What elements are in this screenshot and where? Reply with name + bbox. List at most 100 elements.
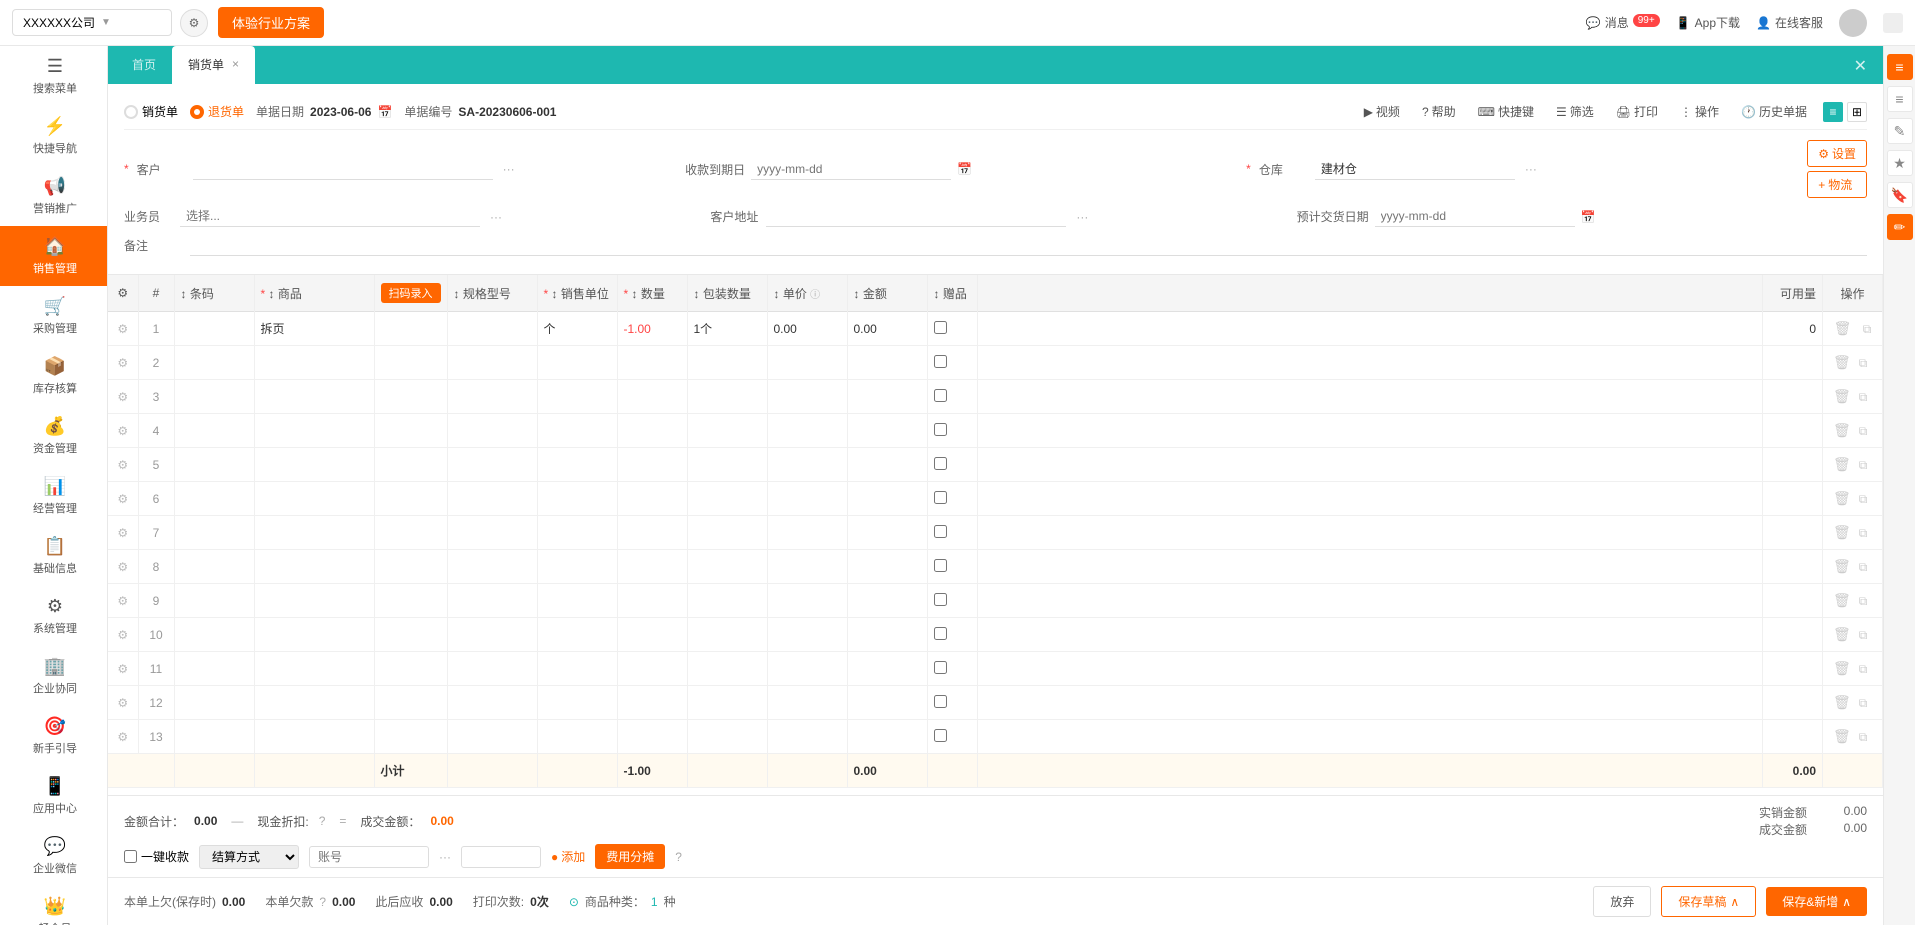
rp-btn-4[interactable]: ★ (1887, 150, 1913, 176)
rp-btn-3[interactable]: ✎ (1887, 118, 1913, 144)
radio-sales-order[interactable]: 销货单 (124, 103, 178, 120)
row-gear-5[interactable]: ⚙ (108, 448, 138, 482)
user-menu-icon[interactable] (1883, 13, 1903, 33)
save-new-button[interactable]: 保存&新增 ∧ (1766, 887, 1867, 916)
avatar[interactable] (1839, 9, 1867, 37)
scan-barcode-btn[interactable]: 扫码录入 (381, 283, 441, 303)
radio-return-order[interactable]: 退货单 (190, 103, 244, 120)
row-gear-11[interactable]: ⚙ (108, 652, 138, 686)
gift-checkbox-7[interactable] (934, 525, 947, 538)
delete-row-8-icon[interactable]: 🗑 (1829, 558, 1855, 574)
delete-row-6-icon[interactable]: 🗑 (1829, 490, 1855, 506)
gift-checkbox-6[interactable] (934, 491, 947, 504)
sidebar-item-ops[interactable]: 📊 经营管理 (0, 466, 107, 526)
rp-btn-6[interactable]: ✏ (1887, 214, 1913, 240)
gift-checkbox-10[interactable] (934, 627, 947, 640)
tab-home[interactable]: 首页 (116, 46, 172, 84)
print-btn[interactable]: 🖨 打印 (1610, 100, 1664, 123)
th-gear[interactable]: ⚙ (108, 275, 138, 312)
video-btn[interactable]: ▶ 视频 (1358, 100, 1406, 123)
one-click-checkbox[interactable] (124, 850, 137, 863)
logistics-button[interactable]: + 物流 (1807, 171, 1867, 198)
calendar-icon[interactable]: 📅 (377, 105, 392, 119)
row-gear-6[interactable]: ⚙ (108, 482, 138, 516)
product-type-value[interactable]: 1 (651, 895, 658, 909)
discard-button[interactable]: 放弃 (1593, 886, 1651, 917)
expense-help-icon[interactable]: ? (675, 850, 682, 864)
layout-grid-icon[interactable]: ⊞ (1847, 102, 1867, 122)
row-gear-12[interactable]: ⚙ (108, 686, 138, 720)
row-price-1[interactable]: 0.00 (767, 312, 847, 346)
gift-checkbox-11[interactable] (934, 661, 947, 674)
tab-sales-order[interactable]: 销货单 × (172, 46, 255, 84)
sidebar-item-wechat[interactable]: 💬 企业微信 (0, 826, 107, 886)
sidebar-item-purchase[interactable]: 🛒 采购管理 (0, 286, 107, 346)
warehouse-input[interactable] (1315, 159, 1515, 180)
copy-row-3-icon[interactable]: ⧉ (1855, 390, 1872, 404)
total-owed-help[interactable]: ? (319, 895, 326, 909)
sidebar-item-member[interactable]: 👑 畅会员 (0, 886, 107, 925)
copy-row-8-icon[interactable]: ⧉ (1855, 560, 1872, 574)
row-qty-1[interactable]: -1.00 (617, 312, 687, 346)
rp-btn-1[interactable]: ≡ (1887, 54, 1913, 80)
copy-row-1-icon[interactable]: ⧉ (1859, 322, 1876, 336)
copy-row-11-icon[interactable]: ⧉ (1855, 662, 1872, 676)
online-service-btn[interactable]: 👤 在线客服 (1756, 14, 1823, 31)
gift-checkbox-9[interactable] (934, 593, 947, 606)
row-gear-10[interactable]: ⚙ (108, 618, 138, 652)
warehouse-more-icon[interactable]: ··· (1525, 162, 1537, 176)
delete-row-12-icon[interactable]: 🗑 (1829, 694, 1855, 710)
row-gear-2[interactable]: ⚙ (108, 346, 138, 380)
copy-row-7-icon[interactable]: ⧉ (1855, 526, 1872, 540)
delete-row-2-icon[interactable]: 🗑 (1829, 354, 1855, 370)
one-click-payment-checkbox[interactable]: 一键收款 (124, 848, 189, 865)
close-window-icon[interactable]: ✕ (1854, 56, 1867, 76)
settlement-select[interactable]: 结算方式 (199, 845, 299, 869)
sidebar-item-marketing[interactable]: 📢 营销推广 (0, 166, 107, 226)
help-btn[interactable]: ? 帮助 (1416, 100, 1462, 123)
settings-icon-btn[interactable]: ⚙ (180, 9, 208, 37)
delete-row-10-icon[interactable]: 🗑 (1829, 626, 1855, 642)
trial-button[interactable]: 体验行业方案 (218, 7, 324, 38)
row-gear-3[interactable]: ⚙ (108, 380, 138, 414)
sidebar-item-inventory[interactable]: 📦 库存核算 (0, 346, 107, 406)
row-gift-1[interactable] (927, 312, 977, 346)
company-selector[interactable]: XXXXXX公司 ▼ (12, 9, 172, 36)
copy-row-2-icon[interactable]: ⧉ (1855, 356, 1872, 370)
row-gear-13[interactable]: ⚙ (108, 720, 138, 754)
copy-row-12-icon[interactable]: ⧉ (1855, 696, 1872, 710)
row-gear-8[interactable]: ⚙ (108, 550, 138, 584)
delivery-calendar-icon[interactable]: 📅 (1581, 210, 1596, 224)
row-unit-1[interactable]: 个 (537, 312, 617, 346)
delete-row-4-icon[interactable]: 🗑 (1829, 422, 1855, 438)
payment-due-input[interactable] (751, 159, 951, 180)
customer-address-input[interactable] (766, 206, 1066, 227)
sidebar-item-guide[interactable]: 🎯 新手引导 (0, 706, 107, 766)
sidebar-item-app[interactable]: 📱 应用中心 (0, 766, 107, 826)
gift-checkbox-4[interactable] (934, 423, 947, 436)
sidebar-item-corp[interactable]: 🏢 企业协同 (0, 646, 107, 706)
row-gear-4[interactable]: ⚙ (108, 414, 138, 448)
delete-row-3-icon[interactable]: 🗑 (1829, 388, 1855, 404)
delete-row-13-icon[interactable]: 🗑 (1829, 728, 1855, 744)
row-product-1[interactable]: 拆页 (254, 312, 374, 346)
delete-row-11-icon[interactable]: 🗑 (1829, 660, 1855, 676)
row-gear-1[interactable]: ⚙ (108, 312, 138, 346)
sidebar-item-system[interactable]: ⚙ 系统管理 (0, 586, 107, 646)
delete-row-5-icon[interactable]: 🗑 (1829, 456, 1855, 472)
row-spec-1[interactable] (447, 312, 537, 346)
sidebar-item-basic[interactable]: 📋 基础信息 (0, 526, 107, 586)
row-barcode-1[interactable] (174, 312, 254, 346)
account-input[interactable] (309, 846, 429, 868)
account-dots-icon[interactable]: ··· (439, 850, 451, 864)
rp-btn-2[interactable]: ≡ (1887, 86, 1913, 112)
add-payment-btn[interactable]: ● 添加 (551, 848, 585, 865)
operation-btn[interactable]: ⋮ 操作 (1674, 100, 1725, 123)
filter-btn[interactable]: ☰ 筛选 (1550, 100, 1600, 123)
gift-checkbox-8[interactable] (934, 559, 947, 572)
gift-checkbox-2[interactable] (934, 355, 947, 368)
gift-checkbox-1[interactable] (934, 321, 947, 334)
layout-list-icon[interactable]: ≡ (1823, 102, 1843, 122)
app-download-btn[interactable]: 📱 App下载 (1676, 14, 1740, 31)
delete-row-9-icon[interactable]: 🗑 (1829, 592, 1855, 608)
